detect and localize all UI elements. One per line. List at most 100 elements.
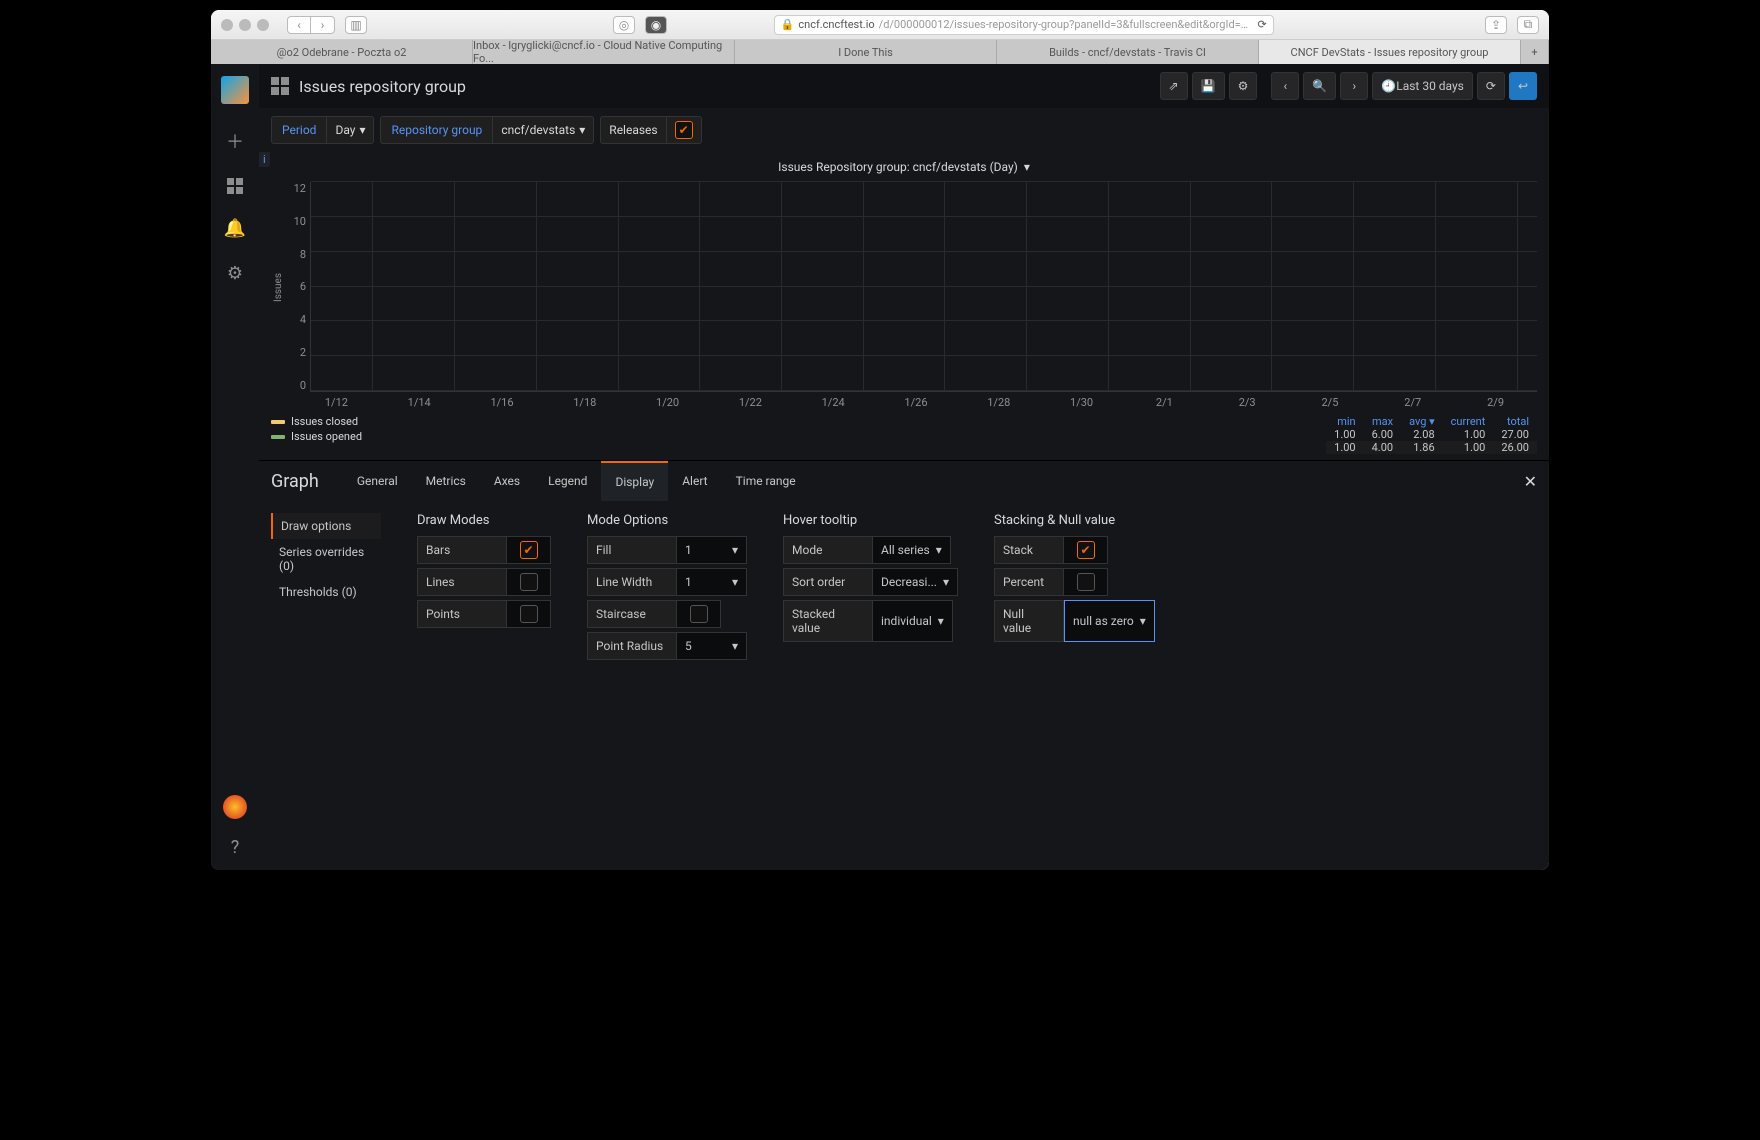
chart-title[interactable]: Issues Repository group: cncf/devstats (…: [271, 156, 1537, 182]
pointradius-label: Point Radius: [587, 632, 677, 660]
y-axis: 121086420: [286, 182, 310, 392]
lines-label: Lines: [417, 568, 507, 596]
editor-tab[interactable]: General: [343, 461, 412, 501]
close-icon[interactable]: ✕: [1524, 472, 1537, 491]
tabs-icon[interactable]: ⧉: [1517, 16, 1539, 34]
reader-icon[interactable]: ◉: [645, 16, 667, 34]
browser-tab[interactable]: @o2 Odebrane - Poczta o2: [211, 40, 473, 64]
save-button[interactable]: 💾: [1192, 72, 1225, 100]
page-title: Issues repository group: [299, 77, 466, 96]
traffic-min-icon[interactable]: [239, 19, 251, 31]
help-icon[interactable]: ?: [231, 837, 240, 858]
refresh-button[interactable]: ⟳: [1477, 72, 1505, 100]
url-bar[interactable]: 🔒 cncf.cncftest.io /d/000000012/issues-r…: [774, 15, 1274, 35]
mode-options-section: Mode Options Fill1▾ Line Width1▾ Stairca…: [587, 513, 747, 664]
url-host: cncf.cncftest.io: [798, 18, 874, 31]
editor-subnav: Draw optionsSeries overrides (0)Threshol…: [271, 513, 381, 664]
pointradius-select[interactable]: 5▾: [677, 632, 747, 660]
sidebar-toggle-icon[interactable]: ▥: [345, 16, 367, 34]
bars-toggle[interactable]: ✔: [507, 536, 551, 564]
legend-item[interactable]: Issues closed: [271, 415, 362, 428]
stacking-section: Stacking & Null value Stack✔ Percent Nul…: [994, 513, 1155, 664]
add-icon[interactable]: ＋: [226, 128, 244, 154]
hover-stacked-label: Stacked value: [783, 600, 873, 642]
nav-fwd-button[interactable]: ›: [311, 16, 335, 34]
legend-item[interactable]: Issues opened: [271, 430, 362, 443]
bars-label: Bars: [417, 536, 507, 564]
section-title: Hover tooltip: [783, 513, 958, 528]
section-title: Stacking & Null value: [994, 513, 1155, 528]
subnav-item[interactable]: Series overrides (0): [271, 539, 381, 579]
back-button[interactable]: ↩: [1509, 72, 1537, 100]
chevron-down-icon: ▾: [359, 123, 365, 137]
info-icon[interactable]: i: [259, 152, 270, 167]
avatar[interactable]: [223, 795, 247, 819]
editor-tab[interactable]: Display: [601, 461, 668, 501]
url-path: /d/000000012/issues-repository-group?pan…: [879, 18, 1254, 31]
nullvalue-select[interactable]: null as zero▾: [1064, 600, 1155, 642]
x-axis: 1/121/141/161/181/201/221/241/261/281/30…: [295, 392, 1537, 409]
draw-modes-section: Draw Modes Bars✔ Lines Points: [417, 513, 551, 664]
app-sidebar: ＋ 🔔 ⚙ ?: [211, 64, 259, 870]
new-tab-button[interactable]: +: [1521, 40, 1549, 64]
editor-tab[interactable]: Time range: [722, 461, 810, 501]
fill-select[interactable]: 1▾: [677, 536, 747, 564]
hover-tooltip-section: Hover tooltip ModeAll series▾ Sort order…: [783, 513, 958, 664]
points-toggle[interactable]: [507, 600, 551, 628]
releases-toggle[interactable]: Releases ✔: [600, 116, 701, 144]
nav-back-button[interactable]: ‹: [287, 16, 311, 34]
dashboards-icon[interactable]: [227, 178, 243, 194]
hover-sort-select[interactable]: Decreasi...▾: [873, 568, 958, 596]
shield-icon[interactable]: ◎: [613, 16, 635, 34]
nullvalue-label: Null value: [994, 600, 1064, 642]
time-range-button[interactable]: 🕘 Last 30 days: [1372, 72, 1473, 100]
window-titlebar: ‹ › ▥ ◎ ◉ 🔒 cncf.cncftest.io /d/00000001…: [211, 10, 1549, 40]
browser-tab[interactable]: I Done This: [735, 40, 997, 64]
lines-toggle[interactable]: [507, 568, 551, 596]
share-button[interactable]: ⇗: [1160, 72, 1188, 100]
chart-plot[interactable]: [310, 182, 1537, 392]
chart-legend: Issues closedIssues opened minmaxavg ▾cu…: [259, 409, 1549, 460]
browser-tab[interactable]: CNCF DevStats - Issues repository group: [1259, 40, 1521, 64]
staircase-toggle[interactable]: [677, 600, 721, 628]
browser-tabs: @o2 Odebrane - Poczta o2Inbox - lgryglic…: [211, 40, 1549, 64]
hover-sort-label: Sort order: [783, 568, 873, 596]
subnav-item[interactable]: Draw options: [271, 513, 381, 539]
repo-group-select[interactable]: Repository group cncf/devstats▾: [380, 116, 594, 144]
section-title: Mode Options: [587, 513, 747, 528]
editor-tab[interactable]: Axes: [480, 461, 534, 501]
percent-toggle[interactable]: [1064, 568, 1108, 596]
period-label: Period: [272, 123, 326, 137]
nav-right-button[interactable]: ›: [1340, 72, 1368, 100]
zoom-out-button[interactable]: 🔍: [1303, 72, 1336, 100]
traffic-close-icon[interactable]: [221, 19, 233, 31]
nav-left-button[interactable]: ‹: [1271, 72, 1299, 100]
share-icon[interactable]: ⇪: [1485, 16, 1507, 34]
period-select[interactable]: Period Day▾: [271, 116, 374, 144]
stack-toggle[interactable]: ✔: [1064, 536, 1108, 564]
hover-mode-select[interactable]: All series▾: [873, 536, 951, 564]
settings-button[interactable]: ⚙: [1229, 72, 1258, 100]
repo-label: Repository group: [381, 123, 492, 137]
panel-type-label[interactable]: Graph: [271, 471, 319, 492]
section-title: Draw Modes: [417, 513, 551, 528]
linewidth-label: Line Width: [587, 568, 677, 596]
linewidth-select[interactable]: 1▾: [677, 568, 747, 596]
editor-tab[interactable]: Legend: [534, 461, 601, 501]
traffic-max-icon[interactable]: [257, 19, 269, 31]
alert-bell-icon[interactable]: 🔔: [224, 218, 246, 239]
panel-editor: Graph GeneralMetricsAxesLegendDisplayAle…: [259, 460, 1549, 676]
browser-tab[interactable]: Builds - cncf/devstats - Travis CI: [997, 40, 1259, 64]
app-logo-icon[interactable]: [221, 76, 249, 104]
editor-tab[interactable]: Alert: [668, 461, 721, 501]
dash-header: Issues repository group ⇗ 💾 ⚙ ‹ 🔍 › 🕘 La…: [259, 64, 1549, 108]
browser-tab[interactable]: Inbox - lgryglicki@cncf.io - Cloud Nativ…: [473, 40, 735, 64]
subnav-item[interactable]: Thresholds (0): [271, 579, 381, 605]
editor-tab[interactable]: Metrics: [412, 461, 480, 501]
gear-icon[interactable]: ⚙: [227, 263, 243, 284]
dashboard-icon: [271, 77, 289, 95]
hover-stacked-select[interactable]: individual▾: [873, 600, 953, 642]
lock-icon: 🔒: [781, 18, 795, 31]
y-axis-label: Issues: [271, 182, 286, 392]
reload-icon[interactable]: ⟳: [1257, 18, 1266, 31]
